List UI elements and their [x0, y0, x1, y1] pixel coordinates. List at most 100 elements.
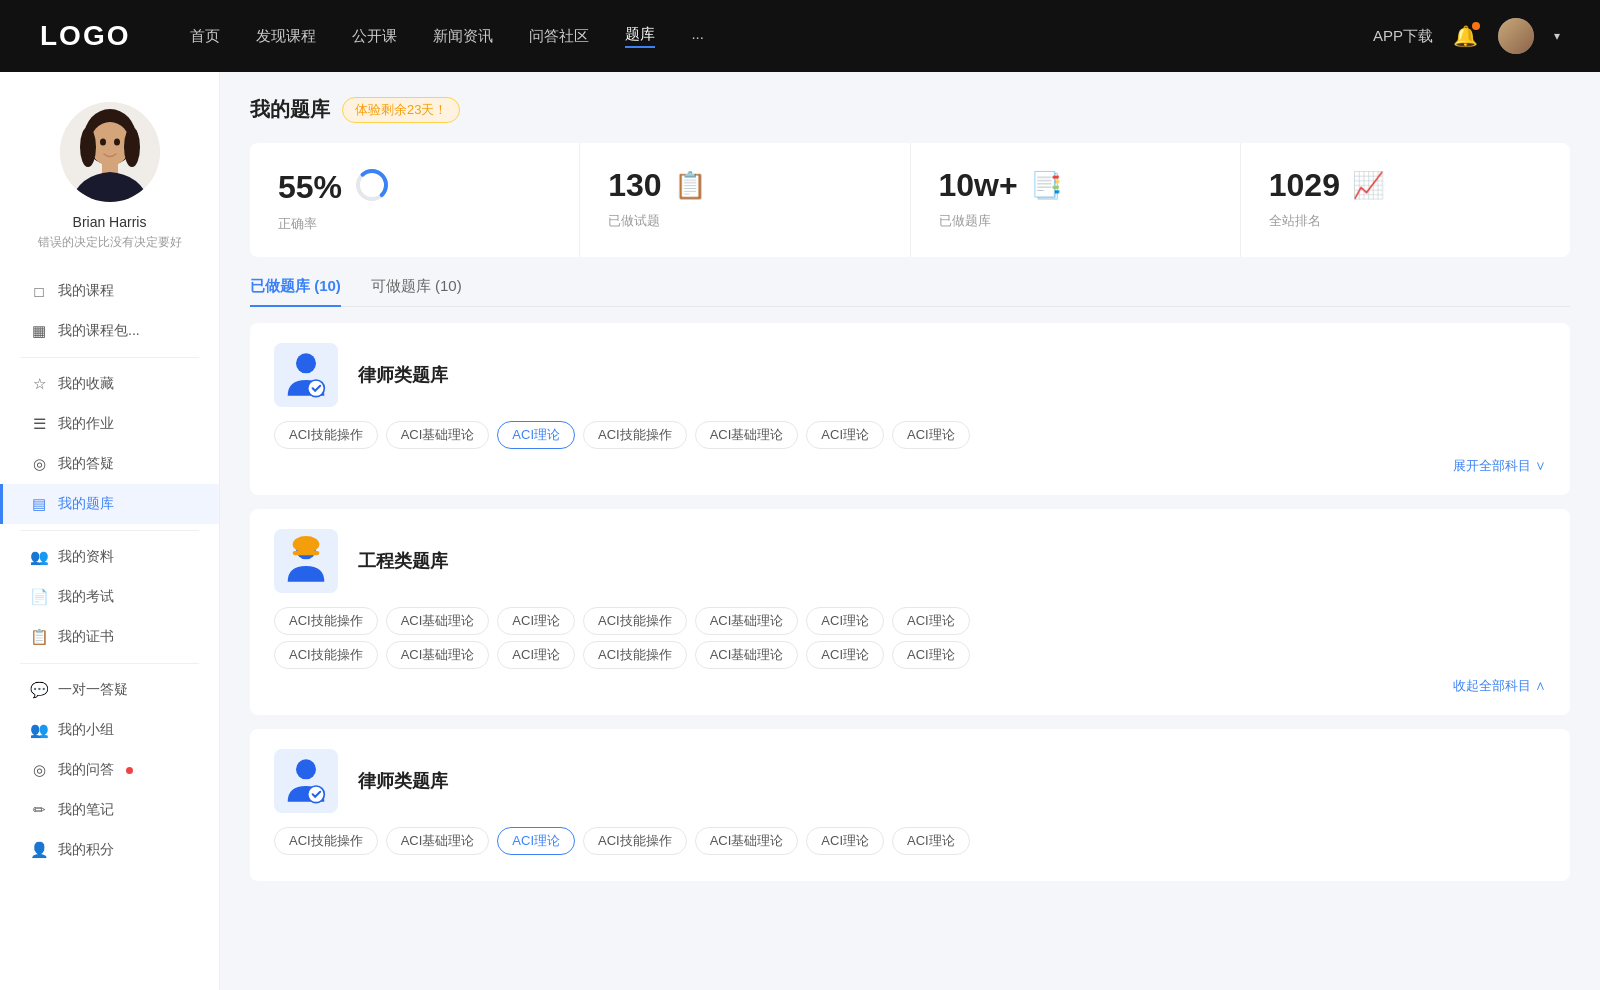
expand-link-1[interactable]: 展开全部科目 ∨	[274, 457, 1546, 475]
svg-point-6	[100, 139, 106, 146]
banks-value: 10w+	[939, 167, 1018, 204]
tag-2b-1[interactable]: ACI基础理论	[386, 641, 490, 669]
tag-2b-0[interactable]: ACI技能操作	[274, 641, 378, 669]
sidebar-motto: 错误的决定比没有决定要好	[38, 234, 182, 251]
tag-3-4[interactable]: ACI基础理论	[695, 827, 799, 855]
qbank-title-2: 工程类题库	[358, 549, 448, 573]
lawyer-icon-2	[281, 754, 331, 808]
svg-rect-14	[293, 551, 320, 555]
nav-news[interactable]: 新闻资讯	[433, 27, 493, 46]
tag-3-6[interactable]: ACI理论	[892, 827, 970, 855]
sidebar-item-my-homework[interactable]: ☰ 我的作业	[0, 404, 219, 444]
accuracy-label: 正确率	[278, 215, 551, 233]
avatar[interactable]	[1498, 18, 1534, 54]
tag-3-0[interactable]: ACI技能操作	[274, 827, 378, 855]
tab-available-banks[interactable]: 可做题库 (10)	[371, 277, 462, 306]
tag-1-6[interactable]: ACI理论	[892, 421, 970, 449]
tag-1-2[interactable]: ACI理论	[497, 421, 575, 449]
nav-opencourse[interactable]: 公开课	[352, 27, 397, 46]
tag-2b-5[interactable]: ACI理论	[806, 641, 884, 669]
lawyer-bank-icon-2	[274, 749, 338, 813]
sidebar-item-my-exam[interactable]: 📄 我的考试	[0, 577, 219, 617]
sidebar-item-my-qbank[interactable]: ▤ 我的题库	[0, 484, 219, 524]
nav-home[interactable]: 首页	[190, 27, 220, 46]
course-pkg-icon: ▦	[30, 322, 48, 340]
exam-icon: 📄	[30, 588, 48, 606]
sidebar-item-my-data[interactable]: 👥 我的资料	[0, 537, 219, 577]
sidebar-item-my-group[interactable]: 👥 我的小组	[0, 710, 219, 750]
svg-point-10	[296, 353, 316, 373]
sidebar-item-my-qa[interactable]: ◎ 我的答疑	[0, 444, 219, 484]
qbank-title-1: 律师类题库	[358, 363, 448, 387]
trial-badge: 体验剩余23天！	[342, 97, 460, 123]
cert-icon: 📋	[30, 628, 48, 646]
tag-2b-6[interactable]: ACI理论	[892, 641, 970, 669]
nav-qbank[interactable]: 题库	[625, 25, 655, 48]
homework-icon: ☰	[30, 415, 48, 433]
tag-2-4[interactable]: ACI基础理论	[695, 607, 799, 635]
tag-2b-4[interactable]: ACI基础理论	[695, 641, 799, 669]
sidebar-item-one-on-one[interactable]: 💬 一对一答疑	[0, 670, 219, 710]
group-icon: 👥	[30, 721, 48, 739]
sidebar-item-my-cert[interactable]: 📋 我的证书	[0, 617, 219, 657]
stat-done: 130 📋 已做试题	[580, 143, 910, 257]
qbank-card-lawyer-1: 律师类题库 ACI技能操作 ACI基础理论 ACI理论 ACI技能操作 ACI基…	[250, 323, 1570, 495]
tag-3-1[interactable]: ACI基础理论	[386, 827, 490, 855]
tag-2-3[interactable]: ACI技能操作	[583, 607, 687, 635]
done-label: 已做试题	[608, 212, 881, 230]
sidebar-avatar	[60, 102, 160, 202]
stat-rank: 1029 📈 全站排名	[1241, 143, 1570, 257]
sidebar-item-my-points[interactable]: 👤 我的积分	[0, 830, 219, 870]
stat-banks-done: 10w+ 📑 已做题库	[911, 143, 1241, 257]
tag-2b-3[interactable]: ACI技能操作	[583, 641, 687, 669]
sidebar-item-my-notes[interactable]: ✏ 我的笔记	[0, 790, 219, 830]
collapse-link-2[interactable]: 收起全部科目 ∧	[274, 677, 1546, 695]
avatar-image	[1498, 18, 1534, 54]
engineer-bank-icon	[274, 529, 338, 593]
nav-discover[interactable]: 发现课程	[256, 27, 316, 46]
tag-2-2[interactable]: ACI理论	[497, 607, 575, 635]
tag-2-6[interactable]: ACI理论	[892, 607, 970, 635]
lawyer-bank-icon	[274, 343, 338, 407]
svg-point-13	[293, 536, 320, 553]
svg-point-16	[308, 786, 325, 803]
tag-1-1[interactable]: ACI基础理论	[386, 421, 490, 449]
sidebar-item-my-fav[interactable]: ☆ 我的收藏	[0, 364, 219, 404]
sidebar: Brian Harris 错误的决定比没有决定要好 □ 我的课程 ▦ 我的课程包…	[0, 72, 220, 990]
nav-qa[interactable]: 问答社区	[529, 27, 589, 46]
tag-1-5[interactable]: ACI理论	[806, 421, 884, 449]
sidebar-item-my-course[interactable]: □ 我的课程	[0, 271, 219, 311]
tags-row-3: ACI技能操作 ACI基础理论 ACI理论 ACI技能操作 ACI基础理论 AC…	[274, 827, 1546, 855]
course-icon: □	[30, 283, 48, 300]
bell-icon[interactable]: 🔔	[1453, 24, 1478, 48]
rank-value: 1029	[1269, 167, 1340, 204]
page-header: 我的题库 体验剩余23天！	[250, 96, 1570, 123]
tag-3-5[interactable]: ACI理论	[806, 827, 884, 855]
tag-1-3[interactable]: ACI技能操作	[583, 421, 687, 449]
tag-3-3[interactable]: ACI技能操作	[583, 827, 687, 855]
tag-2b-2[interactable]: ACI理论	[497, 641, 575, 669]
done-value: 130	[608, 167, 661, 204]
tag-3-2[interactable]: ACI理论	[497, 827, 575, 855]
tag-2-1[interactable]: ACI基础理论	[386, 607, 490, 635]
qbank-icon: ▤	[30, 495, 48, 513]
tag-2-0[interactable]: ACI技能操作	[274, 607, 378, 635]
tag-2-5[interactable]: ACI理论	[806, 607, 884, 635]
tags-row-2b: ACI技能操作 ACI基础理论 ACI理论 ACI技能操作 ACI基础理论 AC…	[274, 641, 1546, 669]
tab-done-banks[interactable]: 已做题库 (10)	[250, 277, 341, 306]
tag-1-4[interactable]: ACI基础理论	[695, 421, 799, 449]
chevron-down-icon[interactable]: ▾	[1554, 29, 1560, 43]
bell-notification-dot	[1472, 22, 1480, 30]
tags-row-2a: ACI技能操作 ACI基础理论 ACI理论 ACI技能操作 ACI基础理论 AC…	[274, 607, 1546, 635]
nav-more[interactable]: ···	[691, 28, 704, 45]
questions-icon: ◎	[30, 761, 48, 779]
page-title: 我的题库	[250, 96, 330, 123]
notes-icon: ✏	[30, 801, 48, 819]
app-download-btn[interactable]: APP下载	[1373, 27, 1433, 46]
main-content: 我的题库 体验剩余23天！ 55% 正确率	[220, 72, 1600, 990]
data-icon: 👥	[30, 548, 48, 566]
tag-1-0[interactable]: ACI技能操作	[274, 421, 378, 449]
sidebar-item-my-questions[interactable]: ◎ 我的问答	[0, 750, 219, 790]
points-icon: 👤	[30, 841, 48, 859]
sidebar-item-my-course-pkg[interactable]: ▦ 我的课程包...	[0, 311, 219, 351]
